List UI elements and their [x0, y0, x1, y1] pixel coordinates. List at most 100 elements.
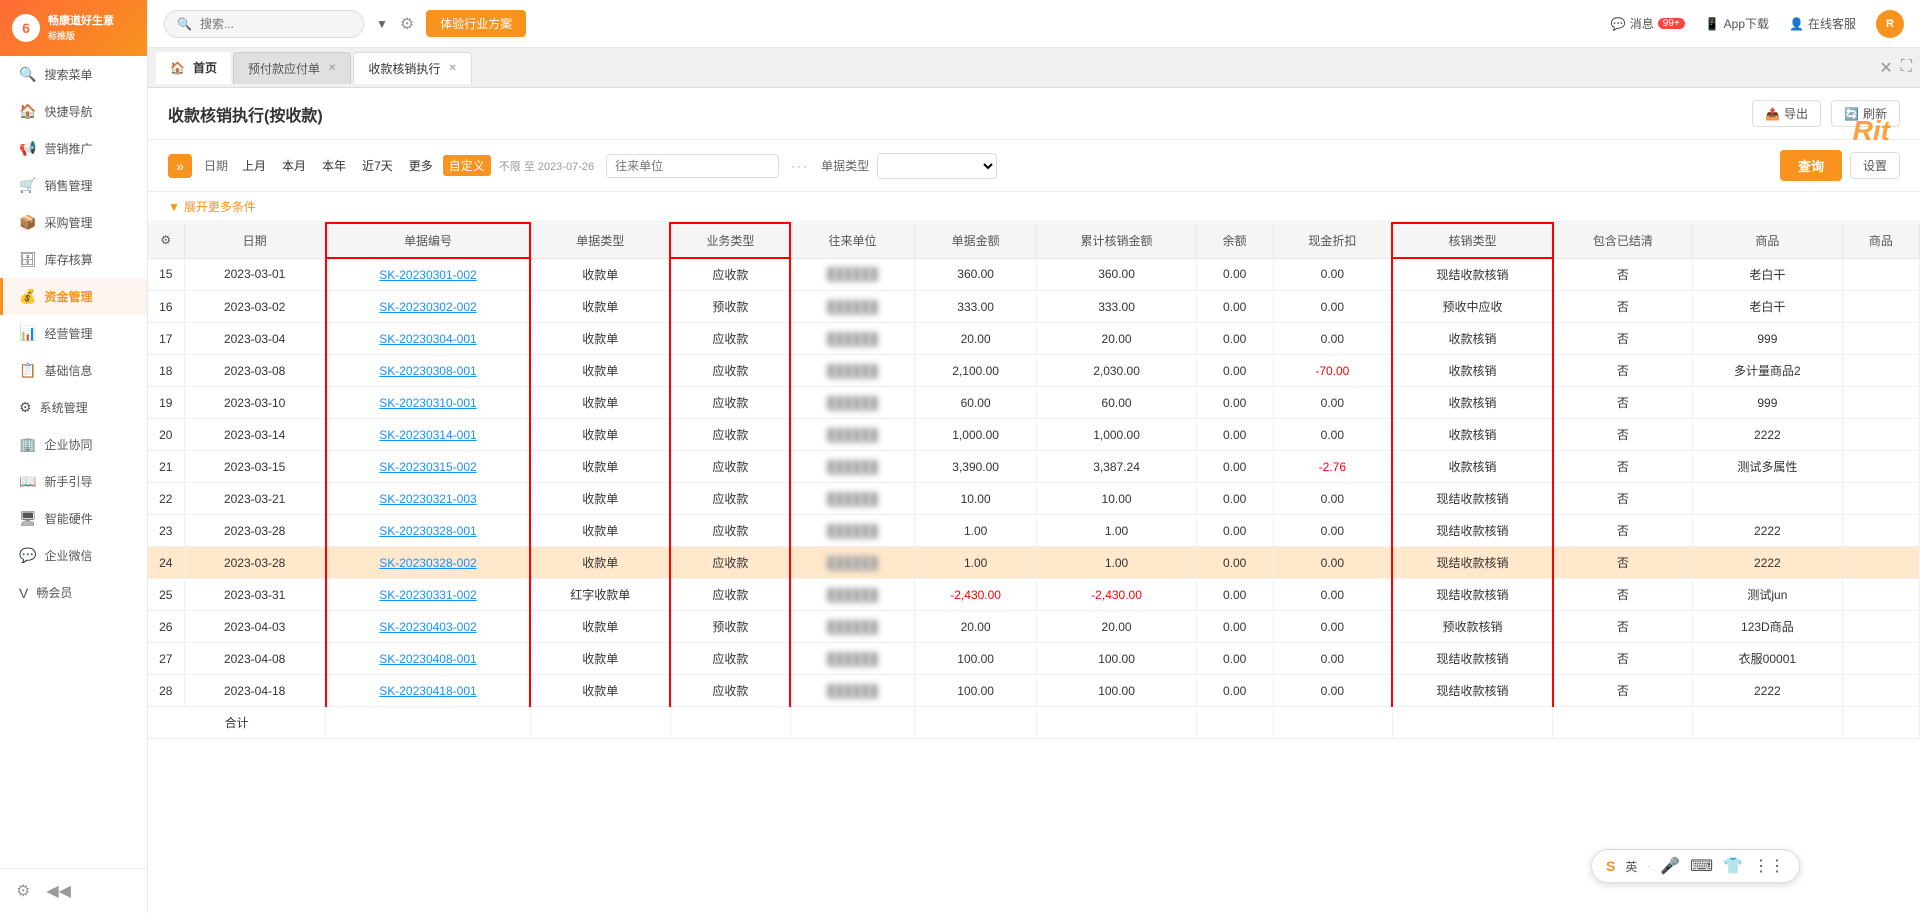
- tab-prepayment[interactable]: 预付款应付单 ✕: [233, 52, 351, 84]
- sidebar-label-hardware: 智能硬件: [45, 510, 93, 527]
- date-last-month-btn[interactable]: 上月: [236, 155, 272, 176]
- tab-collection-close[interactable]: ✕: [448, 63, 456, 74]
- td-doc-type: 收款单: [530, 675, 670, 707]
- app-download-btn[interactable]: 📱 App下载: [1705, 15, 1769, 32]
- table-row: 16 2023-03-02 SK-20230302-002 收款单 预收款 ██…: [148, 291, 1920, 323]
- td-amount: 60.00: [914, 387, 1037, 419]
- sidebar-item-inventory[interactable]: 🗄库存核算: [0, 241, 147, 278]
- td-accumulated: -2,430.00: [1037, 579, 1196, 611]
- date-custom-btn[interactable]: 自定义: [443, 155, 491, 176]
- td-seq: 18: [148, 355, 184, 387]
- td-date: 2023-03-15: [184, 451, 326, 483]
- td-doc-no[interactable]: SK-20230302-002: [326, 291, 530, 323]
- date-this-month-btn[interactable]: 本月: [276, 155, 312, 176]
- export-btn[interactable]: 📤 导出: [1752, 100, 1821, 127]
- voucher-type-label: 单据类型: [821, 157, 869, 174]
- th-goods2: 商品: [1842, 223, 1919, 258]
- tab-maximize-icon[interactable]: ⛶: [1901, 58, 1912, 78]
- sidebar-item-member[interactable]: V畅会员: [0, 574, 147, 611]
- footer-goods2: [1842, 707, 1919, 739]
- tab-collection[interactable]: 收款核销执行 ✕: [353, 52, 471, 84]
- collapse-icon[interactable]: ◀◀: [46, 881, 71, 901]
- wechat-icon: 💬: [19, 547, 36, 564]
- td-goods2: [1842, 387, 1919, 419]
- gear-icon[interactable]: ⚙: [400, 14, 414, 34]
- sidebar-label-quicknav: 快捷导航: [44, 103, 92, 120]
- query-btn[interactable]: 查询: [1780, 150, 1842, 181]
- page-title: 收款核销执行(按收款): [168, 102, 323, 126]
- sidebar-item-search[interactable]: 🔍搜索菜单: [0, 56, 147, 93]
- messages-btn[interactable]: 💬 消息 99+: [1611, 15, 1685, 32]
- td-doc-no[interactable]: SK-20230418-001: [326, 675, 530, 707]
- apps-icon[interactable]: ⋮⋮: [1753, 856, 1785, 876]
- online-service-label: 在线客服: [1808, 15, 1856, 32]
- search-input[interactable]: [200, 17, 351, 31]
- page-actions: 📤 导出 🔄 刷新: [1752, 100, 1900, 127]
- header-search-box[interactable]: 🔍: [164, 10, 364, 38]
- date-7days-btn[interactable]: 近7天: [356, 155, 399, 176]
- th-settings[interactable]: ⚙: [148, 223, 184, 258]
- td-partner: ██████: [790, 387, 914, 419]
- table-row: 17 2023-03-04 SK-20230304-001 收款单 应收款 ██…: [148, 323, 1920, 355]
- refresh-btn[interactable]: 🔄 刷新: [1831, 100, 1900, 127]
- td-doc-no[interactable]: SK-20230310-001: [326, 387, 530, 419]
- td-amount: 100.00: [914, 643, 1037, 675]
- shirt-icon[interactable]: 👕: [1723, 856, 1743, 876]
- online-service-btn[interactable]: 👤 在线客服: [1789, 15, 1856, 32]
- tab-home[interactable]: 🏠 首页: [156, 52, 231, 84]
- mic-icon[interactable]: 🎤: [1660, 856, 1680, 876]
- td-seq: 19: [148, 387, 184, 419]
- filter-toggle-btn[interactable]: »: [168, 154, 192, 178]
- solution-btn[interactable]: 体验行业方案: [426, 10, 526, 37]
- td-doc-no[interactable]: SK-20230321-003: [326, 483, 530, 515]
- filter-settings-btn[interactable]: 设置: [1850, 152, 1900, 179]
- td-seq: 27: [148, 643, 184, 675]
- sidebar-item-ops[interactable]: 📊经营管理: [0, 315, 147, 352]
- td-accumulated: 1.00: [1037, 515, 1196, 547]
- table-row: 18 2023-03-08 SK-20230308-001 收款单 应收款 ██…: [148, 355, 1920, 387]
- sidebar-item-purchase[interactable]: 📦采购管理: [0, 204, 147, 241]
- table-row: 19 2023-03-10 SK-20230310-001 收款单 应收款 ██…: [148, 387, 1920, 419]
- td-doc-no[interactable]: SK-20230403-002: [326, 611, 530, 643]
- td-doc-no[interactable]: SK-20230328-001: [326, 515, 530, 547]
- td-settled: 否: [1553, 355, 1692, 387]
- content-area: 收款核销执行(按收款) 📤 导出 🔄 刷新 » 日期 上月 本月: [148, 88, 1920, 913]
- quicknav-icon: 🏠: [19, 103, 36, 120]
- td-doc-no[interactable]: SK-20230314-001: [326, 419, 530, 451]
- td-doc-no[interactable]: SK-20230301-002: [326, 258, 530, 291]
- sidebar-item-finance[interactable]: 💰资金管理: [0, 278, 147, 315]
- sidebar-item-wechat[interactable]: 💬企业微信: [0, 537, 147, 574]
- sidebar-item-basic[interactable]: 📋基础信息: [0, 352, 147, 389]
- tab-bar: 🏠 首页 预付款应付单 ✕ 收款核销执行 ✕ ✕ ⛶: [148, 48, 1920, 88]
- filter-partner-row: [606, 154, 779, 178]
- sidebar-item-corp[interactable]: 🏢企业协同: [0, 426, 147, 463]
- td-biz-type: 预收款: [670, 291, 790, 323]
- settings-icon[interactable]: ⚙: [16, 881, 30, 901]
- td-doc-no[interactable]: SK-20230331-002: [326, 579, 530, 611]
- sidebar-item-quicknav[interactable]: 🏠 快捷导航: [0, 93, 147, 130]
- tab-prepayment-close[interactable]: ✕: [328, 63, 336, 74]
- td-doc-no[interactable]: SK-20230315-002: [326, 451, 530, 483]
- td-doc-no[interactable]: SK-20230308-001: [326, 355, 530, 387]
- td-goods1: 老白干: [1692, 258, 1842, 291]
- date-more-btn[interactable]: 更多: [403, 155, 439, 176]
- table-row: 24 2023-03-28 SK-20230328-002 收款单 应收款 ██…: [148, 547, 1920, 579]
- td-doc-no[interactable]: SK-20230408-001: [326, 643, 530, 675]
- tab-close-all-icon[interactable]: ✕: [1879, 58, 1892, 78]
- grid-icon[interactable]: ⌨: [1690, 856, 1713, 876]
- td-doc-no[interactable]: SK-20230304-001: [326, 323, 530, 355]
- sidebar-item-hardware[interactable]: 🖥智能硬件: [0, 500, 147, 537]
- partner-filter-input[interactable]: [606, 154, 779, 178]
- sidebar-item-guide[interactable]: 📖新手引导: [0, 463, 147, 500]
- main-area: 🔍 ▼ ⚙ 体验行业方案 💬 消息 99+ 📱 App下载 👤 在线客服 R: [148, 0, 1920, 913]
- header-dropdown[interactable]: ▼: [376, 17, 388, 31]
- sidebar-item-system[interactable]: ⚙系统管理: [0, 389, 147, 426]
- sidebar-item-marketing[interactable]: 📢营销推广: [0, 130, 147, 167]
- voucher-type-select[interactable]: [877, 153, 997, 179]
- date-this-year-btn[interactable]: 本年: [316, 155, 352, 176]
- refresh-icon: 🔄: [1844, 107, 1859, 121]
- td-doc-no[interactable]: SK-20230328-002: [326, 547, 530, 579]
- td-balance: 0.00: [1196, 675, 1273, 707]
- sidebar-item-sales[interactable]: 🛒销售管理: [0, 167, 147, 204]
- expand-conditions-btn[interactable]: ▼ 展开更多条件: [168, 198, 256, 215]
